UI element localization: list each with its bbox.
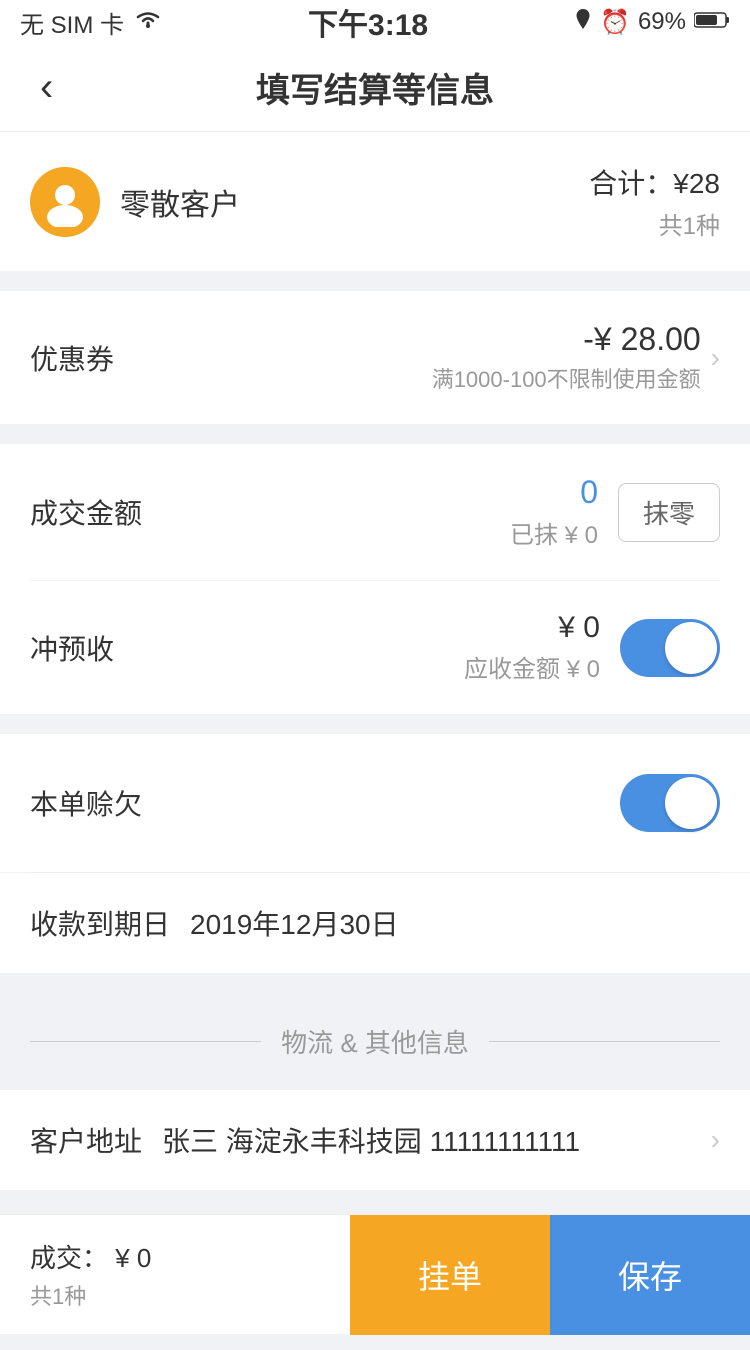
logistics-line-right [489,1041,720,1042]
transaction-amount-left: 成交金额 [30,492,142,532]
address-label: 客户地址 [30,1120,142,1160]
divider-2 [0,424,750,444]
bottom-bar: 成交： ¥ 0 共1种 挂单 保存 [0,1214,750,1334]
status-right: ⏰ 69% [574,8,730,37]
transaction-section: 成交金额 0 已抹 ¥ 0 抹零 冲预收 ¥ 0 应收金额 ¥ 0 [0,444,750,714]
logistics-line-left [30,1041,261,1042]
divider-3 [0,714,750,734]
charge-label: 冲预收 [30,628,114,668]
transaction-amount-row: 成交金额 0 已抹 ¥ 0 抹零 [30,444,720,581]
deal-value: ¥ 0 [115,1243,151,1273]
customer-name: 零散客户 [120,180,240,224]
save-button[interactable]: 保存 [550,1215,750,1335]
coupon-chevron-icon: › [711,342,720,374]
due-date-label: 收款到期日 [30,903,170,943]
coupon-discount: -¥ 28.00 [432,321,701,358]
bottom-info: 成交： ¥ 0 共1种 [0,1238,350,1311]
charge-toggle[interactable] [620,619,720,677]
customer-right: 合计：¥28 共1种 [589,162,720,241]
charge-amount: ¥ 0 [464,611,600,645]
customer-left: 零散客户 [30,167,240,237]
hang-button[interactable]: 挂单 [350,1215,550,1335]
logistics-divider: 物流 & 其他信息 [30,1023,720,1060]
wifi-icon [134,8,162,36]
transaction-amount-value[interactable]: 0 [580,474,598,510]
coupon-value: -¥ 28.00 满1000-100不限制使用金额 [432,321,701,394]
address-section: 客户地址 张三 海淀永丰科技园 11111111111 › [0,1090,750,1190]
location-icon [574,8,592,36]
toggle-knob [665,622,717,674]
receivable-text: 应收金额 ¥ 0 [464,649,600,684]
customer-row: 零散客户 合计：¥28 共1种 [30,162,720,241]
due-date-row: 收款到期日 2019年12月30日 [30,903,720,943]
status-time: 下午3:18 [308,0,428,44]
transaction-amount-values: 0 已抹 ¥ 0 [510,474,598,550]
debt-section: 本单赊欠 [0,734,750,872]
round-zero-button[interactable]: 抹零 [618,483,720,542]
bottom-deal: 成交： ¥ 0 [30,1238,320,1275]
transaction-amount-right: 0 已抹 ¥ 0 抹零 [510,474,720,550]
battery-text: 69% [638,8,686,36]
debt-row: 本单赊欠 [30,734,720,872]
debt-toggle-knob [665,777,717,829]
address-row[interactable]: 客户地址 张三 海淀永丰科技园 11111111111 › [30,1120,720,1160]
due-date-value[interactable]: 2019年12月30日 [190,903,399,943]
charge-row: 冲预收 ¥ 0 应收金额 ¥ 0 [30,581,720,714]
no-sim-text: 无 SIM 卡 [20,5,124,40]
alarm-icon: ⏰ [600,8,630,37]
debt-label: 本单赊欠 [30,783,142,823]
coupon-right: -¥ 28.00 满1000-100不限制使用金额 › [432,321,720,394]
debt-toggle[interactable] [620,774,720,832]
total-count: 共1种 [589,206,720,241]
avatar [30,167,100,237]
deal-label: 成交： [30,1243,108,1273]
transaction-amount-label: 成交金额 [30,498,142,529]
charge-right: ¥ 0 应收金额 ¥ 0 [464,611,720,684]
due-date-section: 收款到期日 2019年12月30日 [0,873,750,973]
divider-1 [0,271,750,291]
charge-amounts: ¥ 0 应收金额 ¥ 0 [464,611,600,684]
logistics-text: 物流 & 其他信息 [281,1023,469,1060]
coupon-row[interactable]: 优惠券 -¥ 28.00 满1000-100不限制使用金额 › [0,291,750,424]
logistics-section: 物流 & 其他信息 [0,993,750,1090]
nav-title: 填写结算等信息 [256,63,494,112]
address-value: 张三 海淀永丰科技园 11111111111 [162,1120,711,1160]
already-rounded-text: 已抹 ¥ 0 [510,515,598,550]
bottom-count: 共1种 [30,1279,320,1311]
back-button[interactable]: ‹ [30,55,63,120]
customer-section: 零散客户 合计：¥28 共1种 [0,132,750,271]
address-chevron-icon: › [711,1124,720,1156]
coupon-desc: 满1000-100不限制使用金额 [432,362,701,394]
battery-icon [694,8,730,36]
coupon-label: 优惠券 [30,338,114,378]
main-content: 零散客户 合计：¥28 共1种 优惠券 -¥ 28.00 满1000-100不限… [0,132,750,1350]
total-amount: 合计：¥28 [589,162,720,202]
nav-bar: ‹ 填写结算等信息 [0,44,750,132]
status-bar: 无 SIM 卡 下午3:18 ⏰ 69% [0,0,750,44]
divider-5 [0,973,750,993]
status-left: 无 SIM 卡 [20,5,162,40]
